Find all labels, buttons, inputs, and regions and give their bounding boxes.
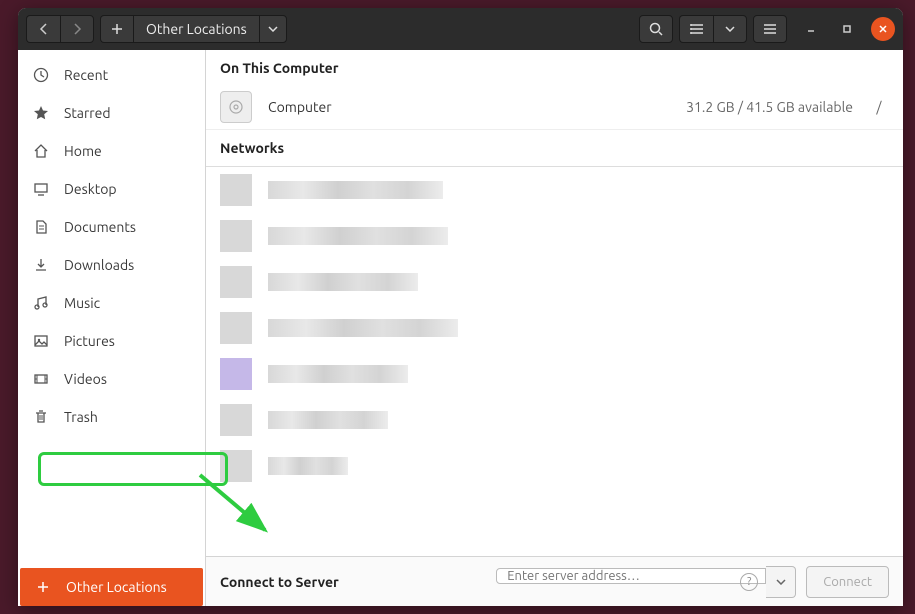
close-button[interactable] xyxy=(871,17,895,41)
hamburger-icon xyxy=(763,23,777,35)
network-row[interactable] xyxy=(206,213,903,259)
on-this-computer-header: On This Computer xyxy=(206,50,903,84)
sidebar: Recent Starred Home Desktop Documents Do… xyxy=(18,50,206,606)
clock-icon xyxy=(32,66,50,84)
network-label-redacted xyxy=(268,181,443,199)
network-icon-redacted xyxy=(220,312,252,344)
sidebar-item-label: Starred xyxy=(64,105,111,121)
main-panel: On This Computer Computer 31.2 GB / 41.5… xyxy=(206,50,903,606)
computer-mount: / xyxy=(869,99,889,115)
sidebar-item-label: Documents xyxy=(64,219,136,235)
sidebar-item-documents[interactable]: Documents xyxy=(18,208,205,246)
connect-button[interactable]: Connect xyxy=(806,566,889,598)
sidebar-item-videos[interactable]: Videos xyxy=(18,360,205,398)
sidebar-item-desktop[interactable]: Desktop xyxy=(18,170,205,208)
network-label-redacted xyxy=(268,411,388,429)
titlebar: Other Locations xyxy=(18,8,903,50)
computer-label: Computer xyxy=(268,99,670,115)
network-icon-redacted xyxy=(220,358,252,390)
chevron-left-icon xyxy=(39,23,49,35)
document-icon xyxy=(32,218,50,236)
video-icon xyxy=(32,370,50,388)
sidebar-item-label: Videos xyxy=(64,371,107,387)
help-icon[interactable]: ? xyxy=(740,573,758,591)
view-list-button[interactable] xyxy=(679,15,713,43)
forward-button[interactable] xyxy=(60,15,94,43)
sidebar-item-trash[interactable]: Trash xyxy=(18,398,205,436)
sidebar-item-music[interactable]: Music xyxy=(18,284,205,322)
network-row[interactable] xyxy=(206,305,903,351)
network-row[interactable] xyxy=(206,259,903,305)
networks-header: Networks xyxy=(206,130,903,167)
chevron-right-icon xyxy=(72,23,82,35)
view-dropdown-button[interactable] xyxy=(713,15,747,43)
network-label-redacted xyxy=(268,227,448,245)
network-row[interactable] xyxy=(206,351,903,397)
caret-down-icon xyxy=(725,26,735,32)
network-icon-redacted xyxy=(220,450,252,482)
download-icon xyxy=(32,256,50,274)
network-label-redacted xyxy=(268,273,418,291)
sidebar-item-label: Downloads xyxy=(64,257,134,273)
sidebar-item-label: Desktop xyxy=(64,181,117,197)
path-label: Other Locations xyxy=(146,21,247,37)
plus-icon xyxy=(111,23,123,35)
desktop-icon xyxy=(32,180,50,198)
server-address-input[interactable] xyxy=(496,568,766,584)
network-icon-redacted xyxy=(220,404,252,436)
star-icon xyxy=(32,104,50,122)
back-button[interactable] xyxy=(26,15,60,43)
home-icon xyxy=(32,142,50,160)
connect-to-server-bar: Connect to Server ? Connect xyxy=(206,556,903,606)
search-button[interactable] xyxy=(639,15,673,43)
path-new-tab[interactable] xyxy=(100,15,133,43)
network-icon-redacted xyxy=(220,266,252,298)
sidebar-item-label: Pictures xyxy=(64,333,115,349)
list-icon xyxy=(690,23,704,35)
path-bar: Other Locations xyxy=(100,15,287,43)
picture-icon xyxy=(32,332,50,350)
caret-down-icon xyxy=(776,579,786,585)
network-label-redacted xyxy=(268,365,408,383)
minimize-icon xyxy=(806,24,816,34)
sidebar-item-other-locations[interactable]: Other Locations xyxy=(20,568,203,606)
hamburger-menu-button[interactable] xyxy=(753,15,787,43)
sidebar-item-label: Trash xyxy=(64,409,98,425)
sidebar-item-label: Other Locations xyxy=(66,579,167,595)
computer-storage: 31.2 GB / 41.5 GB available xyxy=(686,99,853,115)
network-icon-redacted xyxy=(220,174,252,206)
sidebar-item-home[interactable]: Home xyxy=(18,132,205,170)
maximize-icon xyxy=(842,24,852,34)
computer-row[interactable]: Computer 31.2 GB / 41.5 GB available / xyxy=(206,84,903,130)
path-dropdown[interactable] xyxy=(259,15,287,43)
plus-icon xyxy=(34,578,52,596)
path-location[interactable]: Other Locations xyxy=(133,15,259,43)
file-manager-window: Other Locations xyxy=(18,8,903,606)
connect-label: Connect to Server xyxy=(220,574,339,590)
network-label-redacted xyxy=(268,457,348,475)
sidebar-item-pictures[interactable]: Pictures xyxy=(18,322,205,360)
music-icon xyxy=(32,294,50,312)
network-row[interactable] xyxy=(206,397,903,443)
server-history-dropdown[interactable] xyxy=(766,566,796,598)
sidebar-item-recent[interactable]: Recent xyxy=(18,56,205,94)
network-row[interactable] xyxy=(206,167,903,213)
close-icon xyxy=(878,24,888,34)
sidebar-item-label: Recent xyxy=(64,67,108,83)
caret-down-icon xyxy=(268,26,278,32)
sidebar-item-label: Home xyxy=(64,143,102,159)
search-icon xyxy=(649,22,663,36)
trash-icon xyxy=(32,408,50,426)
network-icon-redacted xyxy=(220,220,252,252)
minimize-button[interactable] xyxy=(799,17,823,41)
sidebar-item-label: Music xyxy=(64,295,100,311)
network-label-redacted xyxy=(268,319,458,337)
nav-buttons xyxy=(26,15,94,43)
sidebar-item-downloads[interactable]: Downloads xyxy=(18,246,205,284)
drive-icon xyxy=(220,91,252,123)
maximize-button[interactable] xyxy=(835,17,859,41)
network-row[interactable] xyxy=(206,443,903,489)
sidebar-item-starred[interactable]: Starred xyxy=(18,94,205,132)
